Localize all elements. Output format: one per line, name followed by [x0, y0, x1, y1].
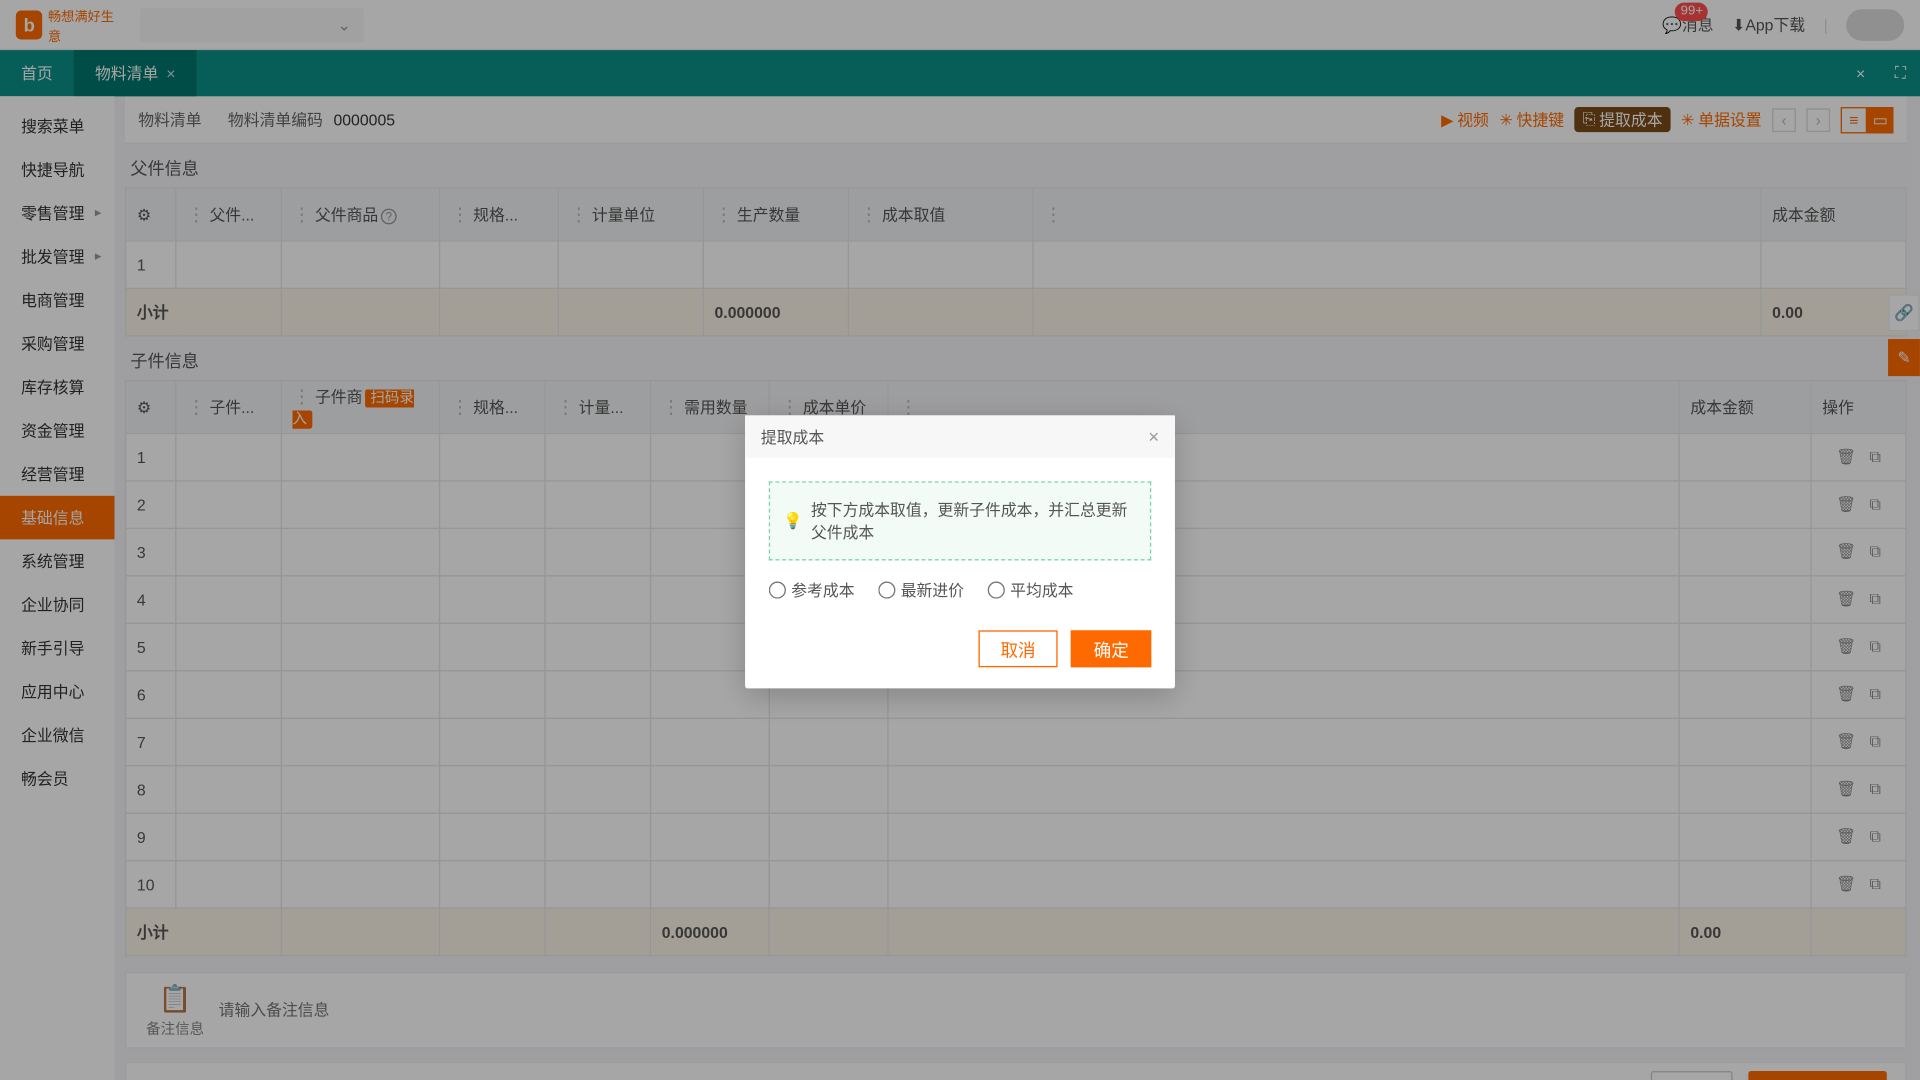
radio-latest-purchase[interactable]: 最新进价 [878, 579, 964, 601]
modal-title: 提取成本 [761, 425, 824, 447]
radio-reference-cost[interactable]: 参考成本 [769, 579, 855, 601]
modal-header: 提取成本 × [745, 415, 1175, 457]
cost-basis-radios: 参考成本 最新进价 平均成本 [769, 579, 1151, 601]
close-icon[interactable]: × [1148, 426, 1159, 447]
extract-cost-modal: 提取成本 × 💡 按下方成本取值，更新子件成本，并汇总更新父件成本 参考成本 最… [745, 415, 1175, 688]
ok-button[interactable]: 确定 [1071, 630, 1151, 667]
lightbulb-icon: 💡 [783, 512, 803, 530]
cancel-button[interactable]: 取消 [978, 630, 1058, 667]
radio-average-cost[interactable]: 平均成本 [988, 579, 1074, 601]
modal-hint: 💡 按下方成本取值，更新子件成本，并汇总更新父件成本 [769, 481, 1151, 560]
